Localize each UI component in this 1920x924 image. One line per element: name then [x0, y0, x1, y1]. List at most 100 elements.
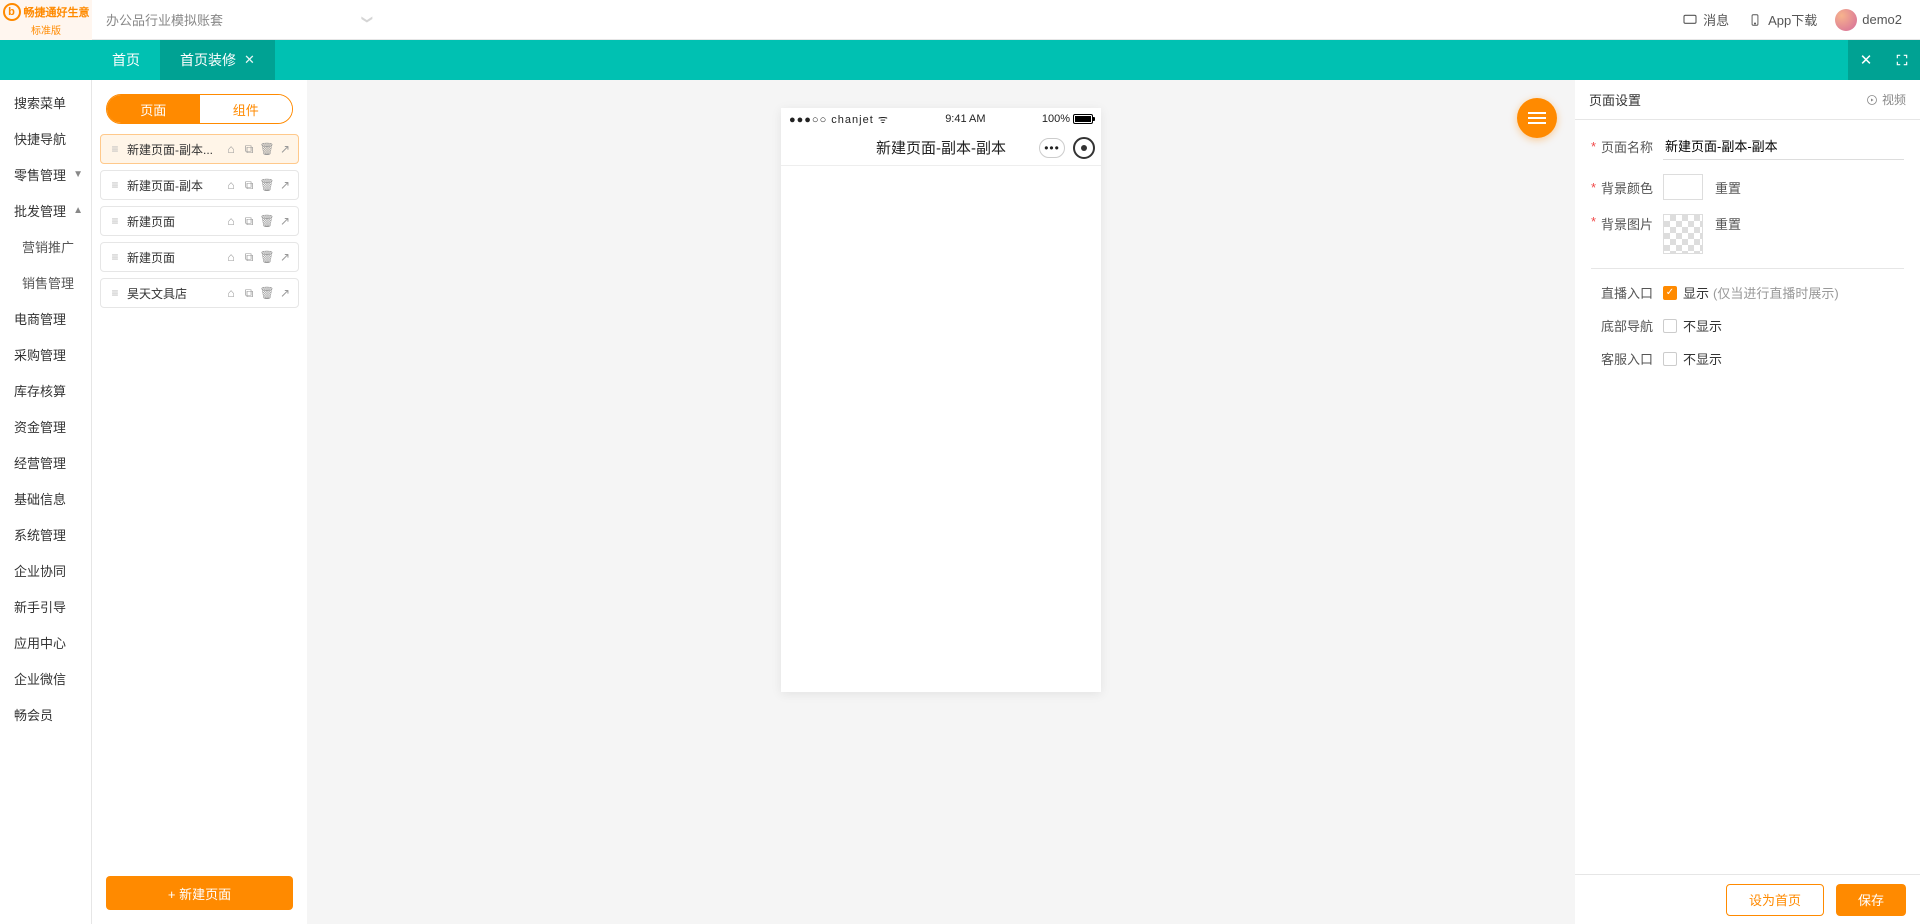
home-icon[interactable]: ⌂ — [224, 214, 238, 228]
nav-item-label: 采购管理 — [14, 345, 66, 364]
app-download-link[interactable]: App下载 — [1747, 10, 1817, 29]
new-page-button[interactable]: + 新建页面 — [106, 876, 293, 910]
nav-item-label: 应用中心 — [14, 633, 66, 652]
nav-item[interactable]: 零售管理▼ — [0, 156, 91, 192]
nav-item[interactable]: 新手引导 — [0, 588, 91, 624]
delete-icon[interactable]: 🗑 — [260, 286, 274, 300]
user-name: demo2 — [1862, 12, 1902, 27]
segment-pages[interactable]: 页面 — [107, 95, 200, 123]
share-icon[interactable]: ↗ — [278, 250, 292, 264]
delete-icon[interactable]: 🗑 — [260, 178, 274, 192]
save-button[interactable]: 保存 — [1836, 884, 1906, 916]
components-drawer-button[interactable] — [1517, 98, 1557, 138]
nav-item[interactable]: 应用中心 — [0, 624, 91, 660]
video-help-link[interactable]: 视频 — [1866, 91, 1906, 108]
app-download-label: App下载 — [1768, 10, 1817, 29]
home-icon[interactable]: ⌂ — [224, 286, 238, 300]
messages-link[interactable]: 消息 — [1682, 10, 1729, 29]
page-list-item[interactable]: ≡ 新建页面 ⌂ ⧉ 🗑 ↗ — [100, 242, 299, 272]
page-list-item[interactable]: ≡昊天文具店⌂⧉🗑↗ — [100, 278, 299, 308]
nav-item[interactable]: 电商管理 — [0, 300, 91, 336]
messages-label: 消息 — [1703, 10, 1729, 29]
video-label: 视频 — [1882, 91, 1906, 108]
nav-item[interactable]: 企业微信 — [0, 660, 91, 696]
copy-icon[interactable]: ⧉ — [242, 250, 256, 264]
bgcolor-reset-link[interactable]: 重置 — [1715, 178, 1741, 197]
bottomnav-checkbox[interactable]: 不显示 — [1663, 316, 1722, 335]
field-bgimg-label: 背景图片 — [1601, 214, 1663, 233]
nav-item-label: 销售管理 — [22, 273, 74, 292]
copy-icon[interactable]: ⧉ — [242, 142, 256, 156]
copy-icon[interactable]: ⧉ — [242, 214, 256, 228]
copy-icon[interactable]: ⧉ — [242, 178, 256, 192]
top-bar: b 畅捷通好生意 标准版 办公品行业模拟账套 ❯ 消息 App下载 demo2 — [0, 0, 1920, 40]
delete-icon[interactable]: 🗑 — [260, 214, 274, 228]
nav-item[interactable]: 经营管理 — [0, 444, 91, 480]
cs-checkbox[interactable]: 不显示 — [1663, 349, 1722, 368]
workspace-tabs: 首页 首页装修 ✕ ✕ — [0, 40, 1920, 80]
share-icon[interactable]: ↗ — [278, 214, 292, 228]
nav-item-label: 营销推广 — [22, 237, 74, 256]
drag-handle-icon[interactable]: ≡ — [107, 286, 123, 300]
field-bgcolor-label: 背景颜色 — [1601, 178, 1663, 197]
nav-item[interactable]: 基础信息 — [0, 480, 91, 516]
drag-handle-icon[interactable]: ≡ — [107, 250, 123, 264]
nav-item[interactable]: 营销推广 — [0, 228, 91, 264]
brand-logo[interactable]: b 畅捷通好生意 标准版 — [0, 0, 92, 40]
nav-item-label: 电商管理 — [14, 309, 66, 328]
page-name-input[interactable] — [1663, 132, 1904, 160]
home-icon[interactable]: ⌂ — [224, 142, 238, 156]
copy-icon[interactable]: ⧉ — [242, 286, 256, 300]
delete-icon[interactable]: 🗑 — [260, 250, 274, 264]
drag-handle-icon[interactable]: ≡ — [107, 178, 123, 192]
cs-label: 不显示 — [1683, 349, 1722, 368]
nav-item-label: 批发管理 — [14, 201, 66, 220]
nav-item[interactable]: 系统管理 — [0, 516, 91, 552]
page-list-item[interactable]: ≡ 新建页面 ⌂ ⧉ 🗑 ↗ — [100, 206, 299, 236]
fullscreen-button[interactable] — [1884, 40, 1920, 80]
drag-handle-icon[interactable]: ≡ — [107, 214, 123, 228]
phone-page-title: 新建页面-副本-副本 — [876, 137, 1006, 158]
tabs-close-all-button[interactable]: ✕ — [1848, 40, 1884, 80]
nav-item[interactable]: 库存核算 — [0, 372, 91, 408]
page-item-actions: ⌂ ⧉ 🗑 ↗ — [224, 142, 292, 156]
nav-item[interactable]: 畅会员 — [0, 696, 91, 732]
live-show-checkbox[interactable]: ✓ 显示 — [1663, 283, 1709, 302]
nav-item[interactable]: 销售管理 — [0, 264, 91, 300]
page-item-label: 新建页面 — [127, 249, 220, 266]
nav-item[interactable]: 采购管理 — [0, 336, 91, 372]
nav-item-label: 企业协同 — [14, 561, 66, 580]
bgcolor-swatch[interactable] — [1663, 174, 1703, 200]
drag-handle-icon[interactable]: ≡ — [107, 142, 123, 156]
nav-item[interactable]: 搜索菜单 — [0, 84, 91, 120]
nav-item[interactable]: 资金管理 — [0, 408, 91, 444]
set-home-button[interactable]: 设为首页 — [1726, 884, 1824, 916]
chevron-down-icon: ❯ — [361, 15, 374, 24]
nav-item-label: 系统管理 — [14, 525, 66, 544]
page-list-item[interactable]: ≡新建页面-副本...⌂⧉🗑↗ — [100, 134, 299, 164]
share-icon[interactable]: ↗ — [278, 286, 292, 300]
bgimg-swatch[interactable] — [1663, 214, 1703, 254]
miniprogram-close-icon — [1073, 137, 1095, 159]
share-icon[interactable]: ↗ — [278, 142, 292, 156]
nav-item[interactable]: 批发管理▲ — [0, 192, 91, 228]
close-icon[interactable]: ✕ — [244, 52, 255, 68]
home-icon[interactable]: ⌂ — [224, 178, 238, 192]
page-item-actions: ⌂ ⧉ 🗑 ↗ — [224, 178, 292, 192]
tab-home-label: 首页 — [112, 50, 140, 70]
tab-decor[interactable]: 首页装修 ✕ — [160, 40, 275, 80]
home-icon[interactable]: ⌂ — [224, 250, 238, 264]
page-list-item[interactable]: ≡新建页面-副本⌂⧉🗑↗ — [100, 170, 299, 200]
segment-components[interactable]: 组件 — [200, 95, 293, 123]
nav-item[interactable]: 快捷导航 — [0, 120, 91, 156]
delete-icon[interactable]: 🗑 — [260, 142, 274, 156]
tab-home[interactable]: 首页 — [92, 40, 160, 80]
share-icon[interactable]: ↗ — [278, 178, 292, 192]
user-menu[interactable]: demo2 — [1835, 9, 1902, 31]
phone-battery: 100% — [1042, 113, 1093, 125]
bgimg-reset-link[interactable]: 重置 — [1715, 214, 1741, 233]
nav-item-label: 资金管理 — [14, 417, 66, 436]
page-item-label: 新建页面 — [127, 213, 220, 230]
org-selector[interactable]: 办公品行业模拟账套 ❯ — [106, 10, 372, 29]
nav-item[interactable]: 企业协同 — [0, 552, 91, 588]
